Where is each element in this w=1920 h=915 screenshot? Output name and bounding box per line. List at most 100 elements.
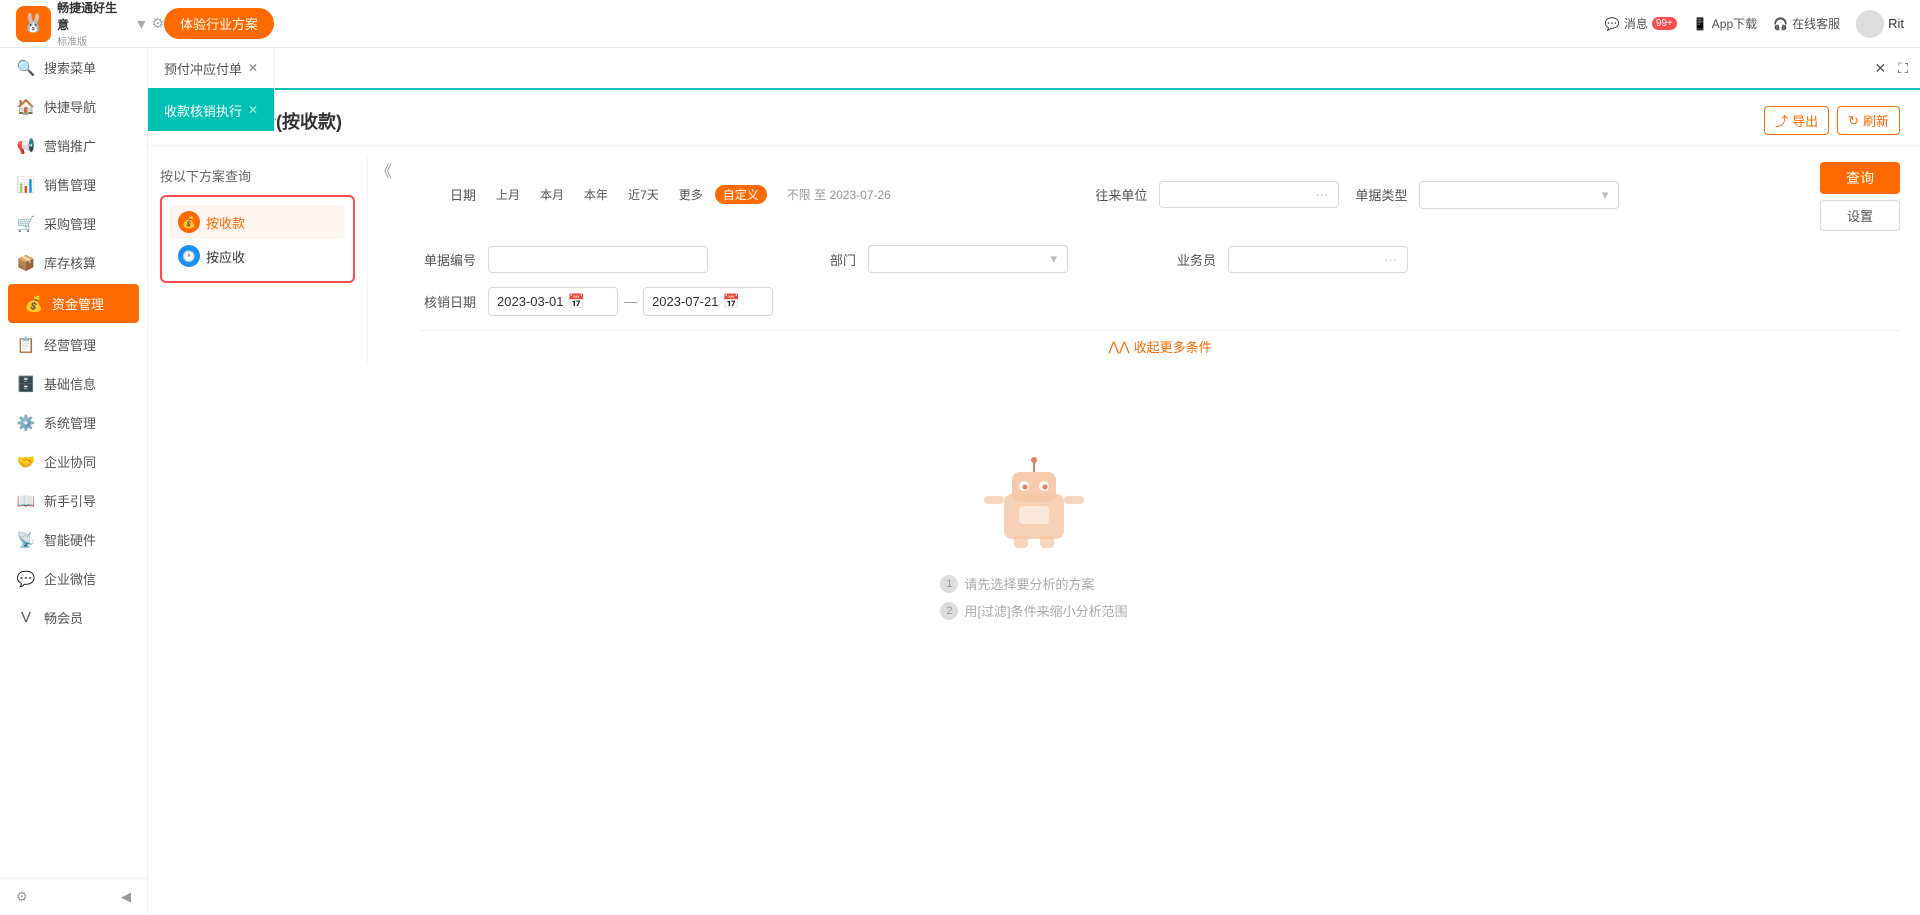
sidebar-icon-guide: 📖 (16, 492, 36, 510)
date-more[interactable]: 更多 (671, 184, 711, 205)
sidebar-label-purchase: 采购管理 (44, 214, 96, 233)
sidebar-label-quick-nav: 快捷导航 (44, 97, 96, 116)
refresh-button[interactable]: ↻ 刷新 (1837, 106, 1900, 135)
refresh-icon: ↻ (1848, 113, 1859, 129)
date-last-month[interactable]: 上月 (488, 184, 528, 205)
tab-label-prepay: 预付冲应付单 (164, 59, 242, 78)
date-7days[interactable]: 近7天 (620, 184, 667, 205)
sidebar-icon-basic: 🗄️ (16, 375, 36, 393)
sidebar-icon-member: V (16, 609, 36, 626)
tab-label-receive: 收款核销执行 (164, 101, 242, 120)
sidebar-settings-icon[interactable]: ⚙ (16, 889, 28, 905)
counterpart-label: 往来单位 (1091, 185, 1147, 204)
user-info[interactable]: Rit (1856, 10, 1904, 38)
sidebar-icon-hardware: 📡 (16, 531, 36, 549)
settings-button[interactable]: 设置 (1820, 200, 1900, 231)
sidebar-icon-operations: 📋 (16, 336, 36, 354)
sidebar-label-marketing: 营销推广 (44, 136, 96, 155)
sidebar-items: 🔍 搜索菜单 🏠 快捷导航 📢 营销推广 📊 销售管理 🛒 采购管理 📦 库存核… (0, 48, 147, 637)
sidebar-label-inventory: 库存核算 (44, 253, 96, 272)
sidebar-item-quick-nav[interactable]: 🏠 快捷导航 (0, 87, 147, 126)
sidebar-item-enterprise[interactable]: 🤝 企业协同 (0, 442, 147, 481)
counterpart-input[interactable]: ··· (1159, 181, 1339, 208)
sidebar-item-member[interactable]: V 畅会员 (0, 598, 147, 637)
collapse-up-icon: ⋀⋀ (1108, 339, 1129, 355)
filter-option-receivable[interactable]: 🕐 按应收 (170, 239, 345, 273)
logo-dropdown-icon[interactable]: ▾ (137, 14, 145, 34)
tab-receive[interactable]: 收款核销执行 ✕ (148, 89, 275, 131)
receipt-icon: 💰 (178, 211, 200, 233)
sidebar-label-finance: 资金管理 (52, 294, 104, 313)
messages-item[interactable]: 💬 消息 99+ (1605, 15, 1677, 32)
app-download-item[interactable]: 📱 App下载 (1693, 15, 1757, 32)
sidebar-item-wechat[interactable]: 💬 企业微信 (0, 559, 147, 598)
sidebar-label-operations: 经营管理 (44, 335, 96, 354)
sidebar-label-enterprise: 企业协同 (44, 452, 96, 471)
writeoff-date-group: 2023-03-01 📅 — 2023-07-21 📅 (488, 287, 773, 316)
filter-sidebar-box: 💰 按收款 🕐 按应收 (160, 195, 355, 283)
writeoff-date-label: 核销日期 (420, 292, 476, 311)
dept-select[interactable]: ▾ (868, 245, 1068, 273)
sidebar-item-operations[interactable]: 📋 经营管理 (0, 325, 147, 364)
dept-label: 部门 (800, 250, 856, 269)
sidebar-item-finance[interactable]: 💰 资金管理 (8, 284, 139, 323)
sidebar-collapse-icon[interactable]: ◀ (121, 889, 131, 905)
order-no-input[interactable] (488, 246, 708, 273)
logo-text: 畅捷通好生意 标准版 (57, 0, 127, 48)
sidebar-item-basic[interactable]: 🗄️ 基础信息 (0, 364, 147, 403)
tab-close-receive[interactable]: ✕ (248, 103, 258, 117)
sidebar-item-marketing[interactable]: 📢 营销推广 (0, 126, 147, 165)
sidebar-icon-system: ⚙️ (16, 414, 36, 432)
empty-state: 1 请先选择要分析的方案 2 用[过滤]条件来缩小分析范围 (148, 374, 1920, 660)
end-date-calendar-icon[interactable]: 📅 (723, 293, 740, 310)
collapse-more-conditions[interactable]: ⋀⋀ 收起更多条件 (420, 330, 1900, 362)
sidebar-label-wechat: 企业微信 (44, 569, 96, 588)
sidebar-item-purchase[interactable]: 🛒 采购管理 (0, 204, 147, 243)
date-this-month[interactable]: 本月 (532, 184, 572, 205)
sidebar-icon-inventory: 📦 (16, 254, 36, 272)
sales-input[interactable]: ··· (1228, 246, 1408, 273)
top-bar-right: 💬 消息 99+ 📱 App下载 🎧 在线客服 Rit (1605, 10, 1904, 38)
start-date-calendar-icon[interactable]: 📅 (568, 293, 585, 310)
close-tab-icon[interactable]: ✕ (1870, 56, 1890, 81)
date-label: 日期 (420, 185, 476, 204)
sidebar-label-hardware: 智能硬件 (44, 530, 96, 549)
online-service-item[interactable]: 🎧 在线客服 (1773, 15, 1840, 32)
order-type-label: 单据类型 (1351, 185, 1407, 204)
sidebar-label-system: 系统管理 (44, 413, 96, 432)
filter-row-1: 日期 上月 本月 本年 近7天 更多 自定义 不限 至 2023-07-26 往… (420, 158, 1900, 231)
message-icon: 💬 (1605, 17, 1620, 31)
sales-dots: ··· (1384, 252, 1397, 267)
export-button[interactable]: ⤴ 导出 (1764, 106, 1829, 135)
top-bar: 🐰 畅捷通好生意 标准版 ▾ ⚙ 体验行业方案 💬 消息 99+ 📱 App下载… (0, 0, 1920, 48)
query-button[interactable]: 查询 (1820, 162, 1900, 194)
industry-solution-button[interactable]: 体验行业方案 (164, 8, 274, 39)
sidebar-item-sales[interactable]: 📊 销售管理 (0, 165, 147, 204)
tab-close-prepay[interactable]: ✕ (248, 61, 258, 75)
writeoff-start-date[interactable]: 2023-03-01 📅 (488, 287, 618, 316)
filter-option-receipt[interactable]: 💰 按收款 (170, 205, 345, 239)
order-type-select[interactable]: ▾ (1419, 181, 1619, 209)
date-no-limit: 不限 至 2023-07-26 (787, 186, 891, 203)
sidebar-item-guide[interactable]: 📖 新手引导 (0, 481, 147, 520)
receivable-icon: 🕐 (178, 245, 200, 267)
filter-row-3: 核销日期 2023-03-01 📅 — 2023-07-21 📅 (420, 287, 1900, 316)
settings-gear-icon[interactable]: ⚙ (151, 15, 164, 32)
collapse-sidebar-arrow[interactable]: 《 (368, 158, 400, 362)
messages-badge: 99+ (1652, 17, 1677, 30)
tab-prepay[interactable]: 预付冲应付单 ✕ (148, 47, 275, 89)
sales-label: 业务员 (1160, 250, 1216, 269)
sidebar-item-inventory[interactable]: 📦 库存核算 (0, 243, 147, 282)
date-this-year[interactable]: 本年 (576, 184, 616, 205)
sidebar-item-system[interactable]: ⚙️ 系统管理 (0, 403, 147, 442)
filter-area: 按以下方案查询 💰 按收款 🕐 按应收 《 日期 (148, 146, 1920, 374)
date-custom-badge[interactable]: 自定义 (715, 185, 767, 204)
sidebar-icon-purchase: 🛒 (16, 215, 36, 233)
writeoff-end-date[interactable]: 2023-07-21 📅 (643, 287, 773, 316)
sidebar-item-hardware[interactable]: 📡 智能硬件 (0, 520, 147, 559)
sidebar-item-search[interactable]: 🔍 搜索菜单 (0, 48, 147, 87)
sidebar-icon-enterprise: 🤝 (16, 453, 36, 471)
order-no-label: 单据编号 (420, 250, 476, 269)
expand-icon[interactable]: ⛶ (1894, 56, 1912, 81)
sidebar-footer: ⚙ ◀ (0, 878, 147, 915)
